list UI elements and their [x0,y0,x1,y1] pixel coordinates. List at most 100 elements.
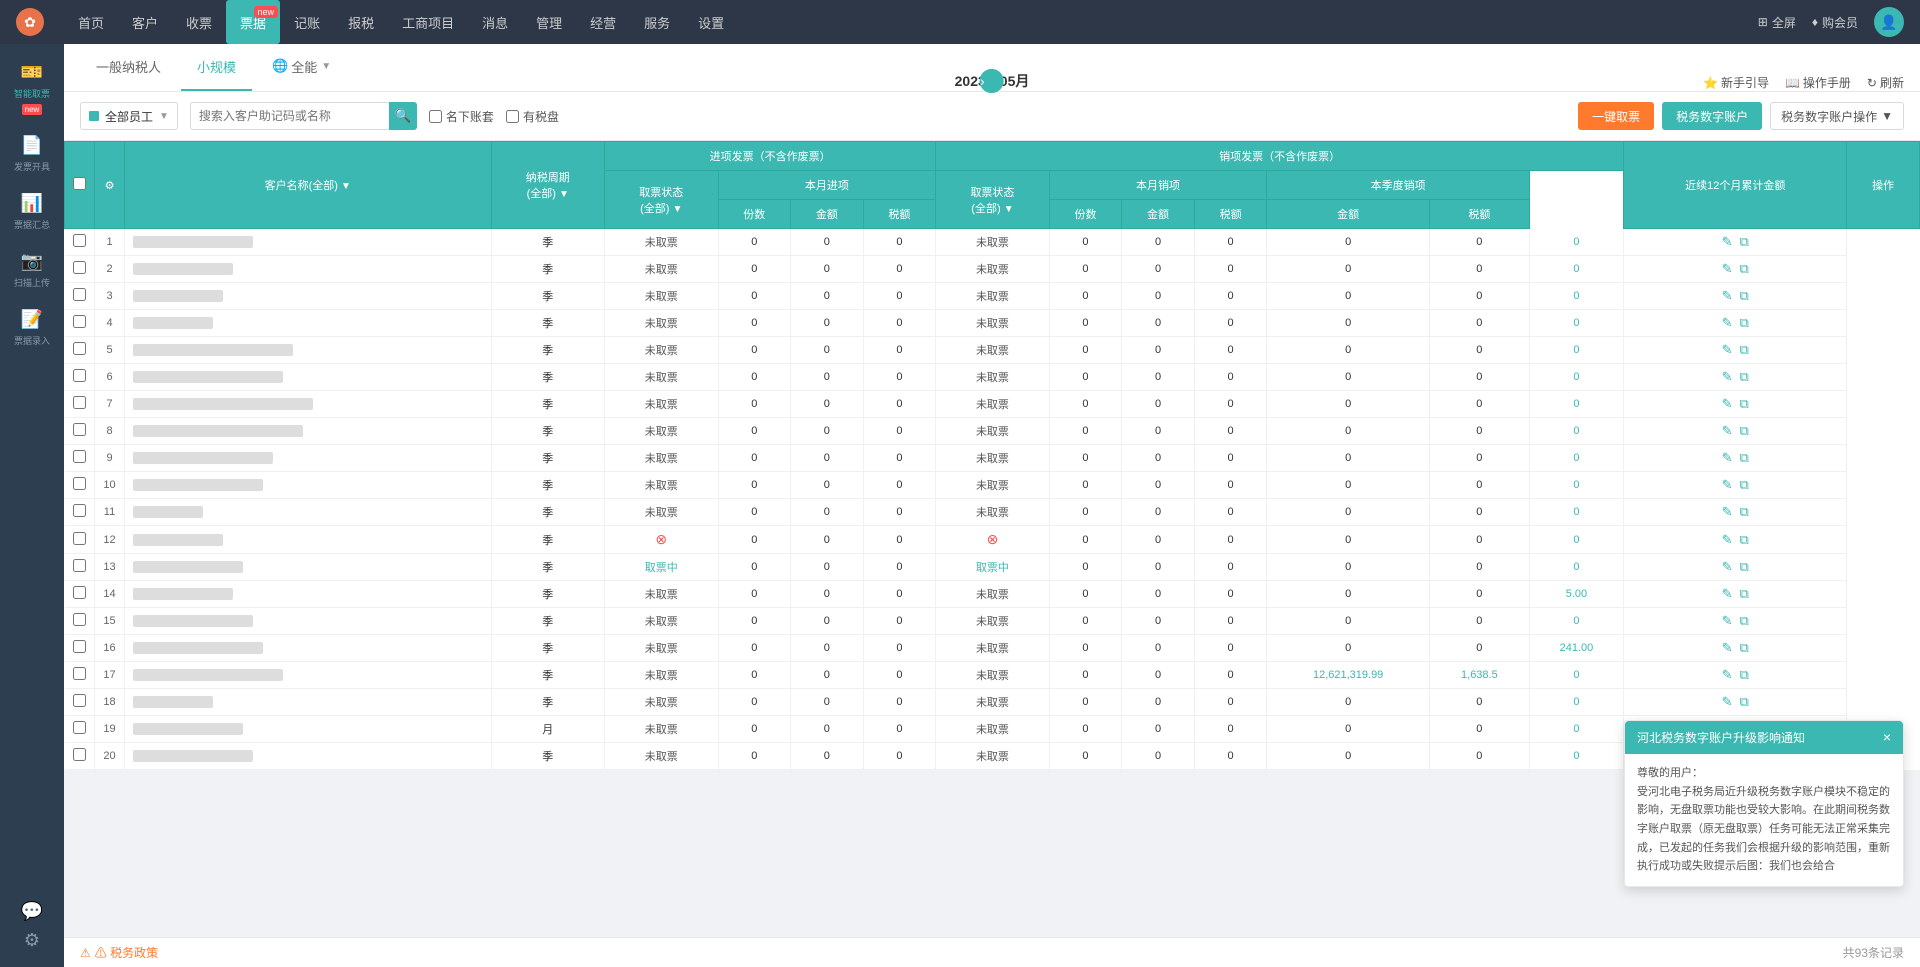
row-checkbox[interactable] [73,667,86,680]
sidebar-item-invoice-entry[interactable]: 📝 票据录入 [0,299,64,357]
search-input[interactable] [199,109,359,123]
edit-icon[interactable]: ✎ [1722,667,1733,682]
copy-icon[interactable]: ⧉ [1740,477,1749,492]
row-checkbox[interactable] [73,315,86,328]
tax-digital-account-btn[interactable]: 税务数字账户 [1662,102,1762,130]
sidebar-item-invoice-open[interactable]: 📄 发票开具 [0,125,64,183]
months12-link[interactable]: 0 [1573,669,1579,681]
copy-icon[interactable]: ⧉ [1740,369,1749,384]
one-click-fetch-btn[interactable]: 一键取票 [1578,102,1654,130]
edit-icon[interactable]: ✎ [1722,396,1733,411]
row-checkbox[interactable] [73,640,86,653]
th-out-status[interactable]: 取票状态(全部) ▼ [936,171,1049,229]
copy-icon[interactable]: ⧉ [1740,261,1749,276]
row-checkbox[interactable] [73,532,86,545]
edit-icon[interactable]: ✎ [1722,504,1733,519]
sidebar-bottom-icon1[interactable]: 💬 [21,901,43,922]
row-checkbox[interactable] [73,721,86,734]
tab-small-scale[interactable]: 小规模 [181,44,252,91]
months12-link[interactable]: 0 [1573,750,1579,762]
months12-link[interactable]: 0 [1573,371,1579,383]
row-checkbox[interactable] [73,748,86,761]
copy-icon[interactable]: ⧉ [1740,559,1749,574]
edit-icon[interactable]: ✎ [1722,532,1733,547]
edit-icon[interactable]: ✎ [1722,450,1733,465]
row-checkbox[interactable] [73,450,86,463]
months12-link[interactable]: 0 [1573,425,1579,437]
months12-link[interactable]: 0 [1573,696,1579,708]
months12-link[interactable]: 0 [1573,506,1579,518]
row-checkbox[interactable] [73,261,86,274]
tab-general-taxpayer[interactable]: 一般纳税人 [80,44,177,91]
member-btn[interactable]: ♦ 购会员 [1812,14,1858,31]
edit-icon[interactable]: ✎ [1722,261,1733,276]
copy-icon[interactable]: ⧉ [1740,586,1749,601]
tab-all[interactable]: 🌐 全能 ▼ [256,44,347,91]
nav-customer[interactable]: 客户 [118,0,172,44]
sidebar-bottom-icon2[interactable]: ⚙ [24,930,40,951]
nav-commerce[interactable]: 工商项目 [388,0,468,44]
edit-icon[interactable]: ✎ [1722,694,1733,709]
nav-invoice[interactable]: 票据 new [226,0,280,44]
copy-icon[interactable]: ⧉ [1740,288,1749,303]
row-checkbox[interactable] [73,369,86,382]
refresh-btn[interactable]: ↻ 刷新 [1867,74,1904,91]
sidebar-item-scan-upload[interactable]: 📷 扫描上传 [0,241,64,299]
sidebar-item-invoice-summary[interactable]: 📊 票据汇总 [0,183,64,241]
months12-link[interactable]: 0 [1573,723,1579,735]
th-in-status[interactable]: 取票状态(全部) ▼ [605,171,718,229]
ded-amount-link[interactable]: 12,621,319.99 [1313,669,1383,681]
nav-accounting[interactable]: 记账 [280,0,334,44]
new-guide-btn[interactable]: ⭐ 新手引导 [1703,74,1769,91]
copy-icon[interactable]: ⧉ [1740,315,1749,330]
copy-icon[interactable]: ⧉ [1740,342,1749,357]
copy-icon[interactable]: ⧉ [1740,694,1749,709]
tax-digital-ops-btn[interactable]: 税务数字账户操作 ▼ [1770,102,1904,130]
copy-icon[interactable]: ⧉ [1740,667,1749,682]
th-tax-period[interactable]: 纳税周期(全部) ▼ [491,142,604,229]
search-button[interactable]: 🔍 [389,102,417,130]
months12-link[interactable]: 0 [1573,398,1579,410]
copy-icon[interactable]: ⧉ [1740,234,1749,249]
months12-link[interactable]: 0 [1573,615,1579,627]
nav-manage[interactable]: 管理 [522,0,576,44]
user-avatar[interactable]: 👤 [1874,7,1904,37]
row-checkbox[interactable] [73,288,86,301]
row-checkbox[interactable] [73,559,86,572]
nav-operations[interactable]: 经营 [576,0,630,44]
months12-link[interactable]: 0 [1573,534,1579,546]
date-next-btn[interactable]: › [980,69,1004,93]
row-checkbox[interactable] [73,234,86,247]
nav-receive[interactable]: 收票 [172,0,226,44]
edit-icon[interactable]: ✎ [1722,369,1733,384]
row-checkbox[interactable] [73,694,86,707]
checkbox-taxdisk[interactable]: 有税盘 [506,108,559,125]
ded-tax-link[interactable]: 1,638.5 [1461,669,1498,681]
edit-icon[interactable]: ✎ [1722,586,1733,601]
copy-icon[interactable]: ⧉ [1740,640,1749,655]
edit-icon[interactable]: ✎ [1722,234,1733,249]
months12-link[interactable]: 0 [1573,317,1579,329]
edit-icon[interactable]: ✎ [1722,315,1733,330]
select-all-checkbox[interactable] [73,177,86,190]
nav-settings[interactable]: 设置 [684,0,738,44]
copy-icon[interactable]: ⧉ [1740,450,1749,465]
months12-link[interactable]: 241.00 [1560,642,1594,654]
edit-icon[interactable]: ✎ [1722,559,1733,574]
edit-icon[interactable]: ✎ [1722,613,1733,628]
copy-icon[interactable]: ⧉ [1740,396,1749,411]
sidebar-item-smart-fetch[interactable]: 🎫 智能取票 new [0,52,64,125]
th-customer[interactable]: 客户名称(全部) ▼ [125,142,492,229]
nav-service[interactable]: 服务 [630,0,684,44]
months12-link[interactable]: 0 [1573,344,1579,356]
row-checkbox[interactable] [73,504,86,517]
copy-icon[interactable]: ⧉ [1740,532,1749,547]
row-checkbox[interactable] [73,477,86,490]
fullscreen-btn[interactable]: ⊞ 全屏 [1758,14,1796,31]
row-checkbox[interactable] [73,396,86,409]
edit-icon[interactable]: ✎ [1722,288,1733,303]
nav-message[interactable]: 消息 [468,0,522,44]
edit-icon[interactable]: ✎ [1722,342,1733,357]
row-checkbox[interactable] [73,613,86,626]
edit-icon[interactable]: ✎ [1722,423,1733,438]
